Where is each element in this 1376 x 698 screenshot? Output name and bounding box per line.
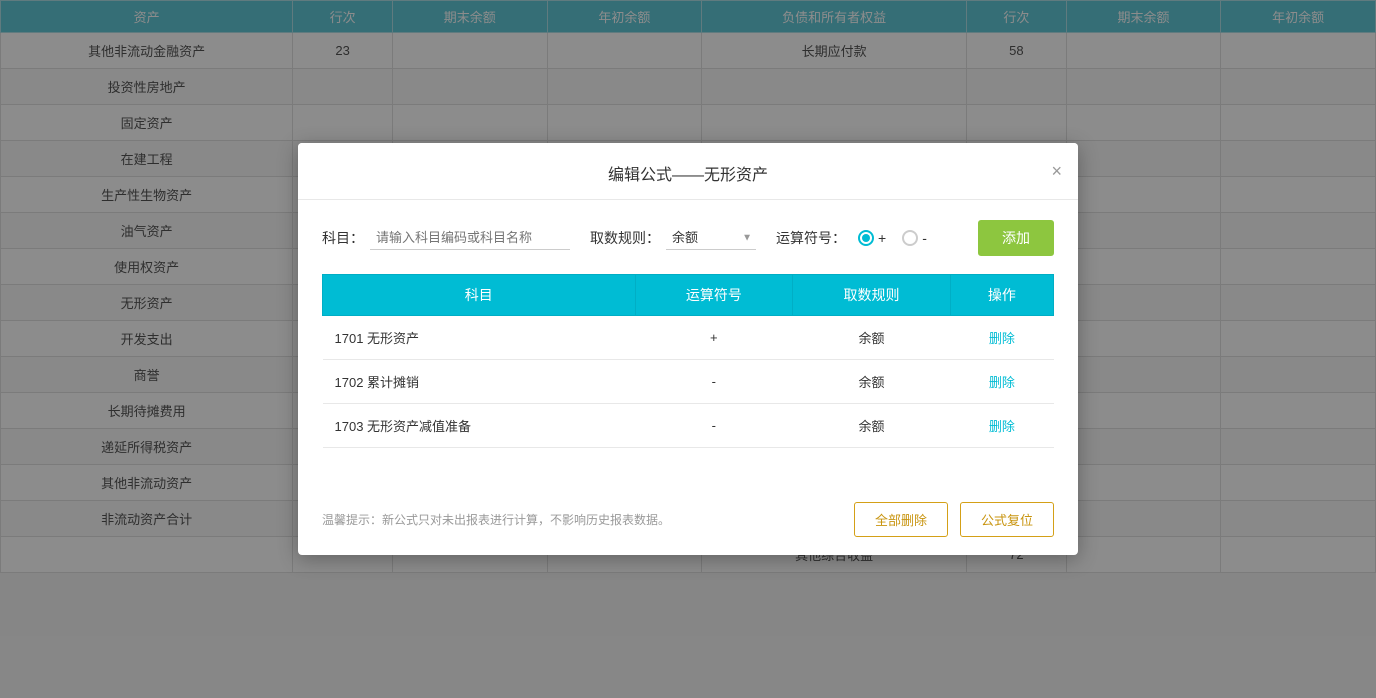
footer-tip: 温馨提示：新公式只对未出报表进行计算，不影响历史报表数据。 [322,511,670,528]
formula-rule: 余额 [793,404,951,448]
formula-operator: - [635,404,793,448]
formula-rule: 余额 [793,360,951,404]
radio-minus[interactable]: - [902,230,927,246]
modal-title: 编辑公式——无形资产 [608,167,768,184]
modal-header: 编辑公式——无形资产 × [298,143,1078,200]
delete-row-button[interactable]: 删除 [989,372,1015,391]
operator-section: 运算符号： + - [776,228,927,248]
rule-section: 取数规则： 余额 借方 贷方 ▼ [590,226,756,250]
rule-select-wrap: 余额 借方 贷方 ▼ [666,226,756,250]
form-row: 科目： 取数规则： 余额 借方 贷方 ▼ [322,220,1054,256]
add-button[interactable]: 添加 [978,220,1054,256]
delete-all-button[interactable]: 全部删除 [854,502,948,537]
table-row: 1703 无形资产减值准备-余额 删除 [323,404,1054,448]
col-operator: 运算符号 [635,275,793,316]
operator-label: 运算符号： [776,228,846,248]
formula-action: 删除 [950,316,1053,360]
rule-label: 取数规则： [590,228,660,248]
subject-section: 科目： [322,226,570,250]
formula-subject: 1703 无形资产减值准备 [323,404,636,448]
subject-input[interactable] [370,226,570,250]
reset-button[interactable]: 公式复位 [960,502,1054,537]
modal-footer: 温馨提示：新公式只对未出报表进行计算，不影响历史报表数据。 全部删除 公式复位 [298,488,1078,555]
footer-buttons: 全部删除 公式复位 [854,502,1054,537]
formula-operator: + [635,316,793,360]
formula-subject: 1702 累计摊销 [323,360,636,404]
formula-action: 删除 [950,404,1053,448]
radio-plus-circle [858,230,874,246]
modal-dialog: 编辑公式——无形资产 × 科目： 取数规则： 余额 借方 [298,143,1078,555]
formula-operator: - [635,360,793,404]
radio-minus-label: - [922,230,927,246]
formula-table: 科目 运算符号 取数规则 操作 1701 无形资产+余额删除1702 累计摊销-… [322,274,1054,448]
modal-body: 科目： 取数规则： 余额 借方 贷方 ▼ [298,200,1078,488]
delete-row-button[interactable]: 删除 [989,416,1015,435]
subject-label: 科目： [322,228,364,248]
rule-select[interactable]: 余额 借方 贷方 [666,226,756,250]
col-rule: 取数规则 [793,275,951,316]
col-action: 操作 [950,275,1053,316]
table-row: 1702 累计摊销-余额 删除 [323,360,1054,404]
radio-minus-circle [902,230,918,246]
modal-overlay: 编辑公式——无形资产 × 科目： 取数规则： 余额 借方 [0,0,1376,698]
table-row: 1701 无形资产+余额 删除 [323,316,1054,360]
close-button[interactable]: × [1051,162,1062,180]
radio-group: + - [858,230,927,246]
radio-plus-label: + [878,230,886,246]
radio-plus[interactable]: + [858,230,886,246]
formula-action: 删除 [950,360,1053,404]
delete-row-button[interactable]: 删除 [989,328,1015,347]
formula-subject: 1701 无形资产 [323,316,636,360]
formula-rule: 余额 [793,316,951,360]
col-subject: 科目 [323,275,636,316]
